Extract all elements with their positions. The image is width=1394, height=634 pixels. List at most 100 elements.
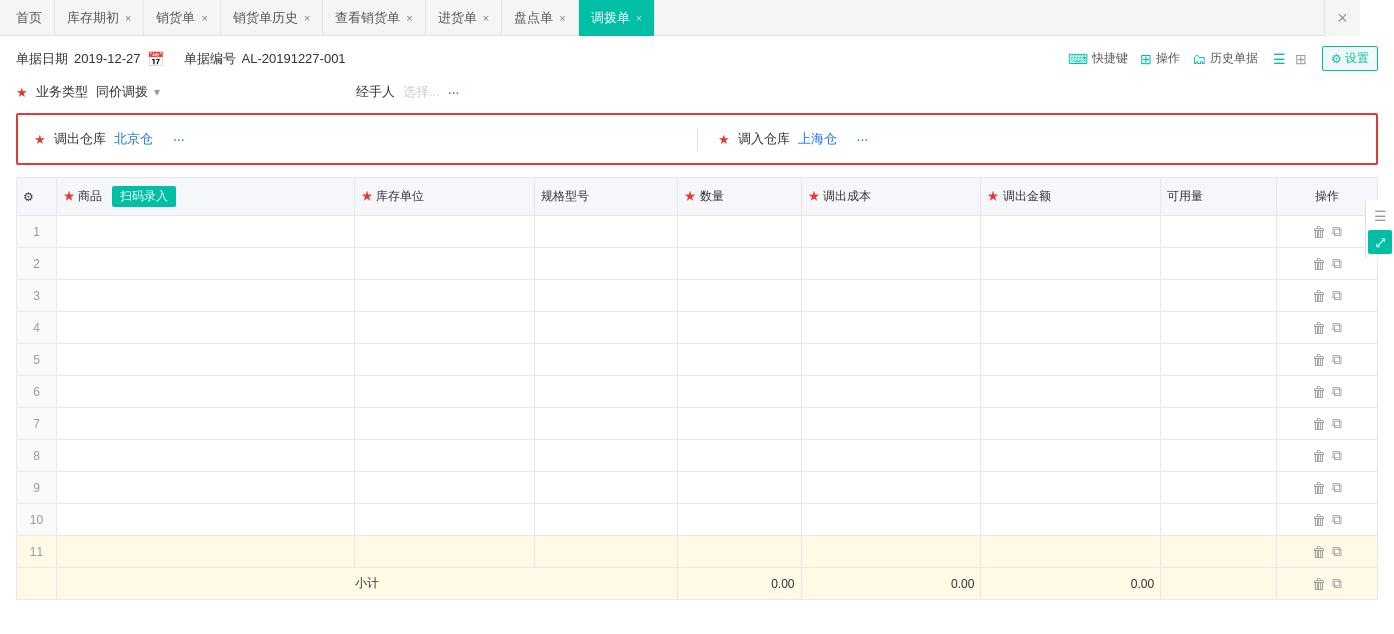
cell-amount-10[interactable] [981,504,1161,536]
cell-unit-9[interactable] [354,472,534,504]
close-tab-sales-history[interactable]: × [304,12,310,24]
cell-cost-7[interactable] [801,408,981,440]
tab-view-sales[interactable]: 查看销货单 × [323,0,425,36]
cell-product-6[interactable] [57,376,355,408]
cell-qty-6[interactable] [678,376,801,408]
person-placeholder[interactable]: 选择... [403,83,440,101]
cell-available-10[interactable] [1161,504,1276,536]
cell-unit-4[interactable] [354,312,534,344]
copy-icon-3[interactable]: ⧉ [1332,287,1342,304]
copy-icon-4[interactable]: ⧉ [1332,319,1342,336]
warehouse-in-value[interactable]: 上海仓 [798,130,837,148]
cell-spec-5[interactable] [534,344,678,376]
cell-product-8[interactable] [57,440,355,472]
delete-icon-5[interactable]: 🗑 [1312,352,1326,368]
cell-spec-1[interactable] [534,216,678,248]
cell-amount-7[interactable] [981,408,1161,440]
cell-available-5[interactable] [1161,344,1276,376]
cell-available-1[interactable] [1161,216,1276,248]
layout-list-icon[interactable]: ☰ [1270,50,1288,68]
cell-cost-1[interactable] [801,216,981,248]
cell-cost-8[interactable] [801,440,981,472]
copy-icon-6[interactable]: ⧉ [1332,383,1342,400]
cell-product-9[interactable] [57,472,355,504]
cell-spec-2[interactable] [534,248,678,280]
cell-available-3[interactable] [1161,280,1276,312]
cell-product-3[interactable] [57,280,355,312]
cell-cost-6[interactable] [801,376,981,408]
delete-icon-3[interactable]: 🗑 [1312,288,1326,304]
delete-icon-6[interactable]: 🗑 [1312,384,1326,400]
delete-icon-11[interactable]: 🗑 [1312,544,1326,560]
subtotal-copy-icon[interactable]: ⧉ [1332,575,1342,592]
cell-unit-8[interactable] [354,440,534,472]
date-value[interactable]: 2019-12-27 [74,51,141,66]
calendar-icon[interactable]: 📅 [147,51,164,67]
cell-product-10[interactable] [57,504,355,536]
close-tab-inventory-init[interactable]: × [125,12,131,24]
cell-spec-10[interactable] [534,504,678,536]
cell-qty-11[interactable] [678,536,801,568]
cell-product-5[interactable] [57,344,355,376]
cell-cost-9[interactable] [801,472,981,504]
cell-spec-3[interactable] [534,280,678,312]
cell-qty-7[interactable] [678,408,801,440]
tab-inventory-init[interactable]: 库存期初 × [55,0,144,36]
layout-grid-icon[interactable]: ⊞ [1292,50,1310,68]
cell-product-1[interactable] [57,216,355,248]
cell-product-2[interactable] [57,248,355,280]
warehouse-out-more-icon[interactable]: ··· [173,131,185,147]
cell-unit-3[interactable] [354,280,534,312]
cell-qty-10[interactable] [678,504,801,536]
table-settings-header[interactable]: ⚙ [17,178,57,216]
close-tab-view-sales[interactable]: × [406,12,412,24]
copy-icon-8[interactable]: ⧉ [1332,447,1342,464]
cell-unit-11[interactable] [354,536,534,568]
copy-icon-7[interactable]: ⧉ [1332,415,1342,432]
cell-available-2[interactable] [1161,248,1276,280]
warehouse-in-more-icon[interactable]: ··· [857,131,869,147]
copy-icon-5[interactable]: ⧉ [1332,351,1342,368]
copy-icon-11[interactable]: ⧉ [1332,543,1342,560]
cell-amount-9[interactable] [981,472,1161,504]
cell-spec-9[interactable] [534,472,678,504]
cell-product-4[interactable] [57,312,355,344]
person-more-icon[interactable]: ··· [448,84,460,100]
cell-unit-10[interactable] [354,504,534,536]
cell-unit-7[interactable] [354,408,534,440]
tab-purchase-order[interactable]: 进货单 × [426,0,502,36]
cell-amount-3[interactable] [981,280,1161,312]
settings-button[interactable]: ⚙ 设置 [1322,46,1378,71]
operation-action[interactable]: ⊞ 操作 [1140,50,1180,67]
cell-qty-2[interactable] [678,248,801,280]
delete-icon-8[interactable]: 🗑 [1312,448,1326,464]
copy-icon-1[interactable]: ⧉ [1332,223,1342,240]
shortcut-action[interactable]: ⌨ 快捷键 [1068,50,1128,67]
delete-icon-7[interactable]: 🗑 [1312,416,1326,432]
cell-product-11[interactable] [57,536,355,568]
tab-sales-order[interactable]: 销货单 × [144,0,220,36]
business-type-select[interactable]: 同价调拨 ▾ [96,83,160,101]
tab-home[interactable]: 首页 [4,0,55,36]
copy-icon-9[interactable]: ⧉ [1332,479,1342,496]
cell-qty-5[interactable] [678,344,801,376]
cell-amount-5[interactable] [981,344,1161,376]
cell-amount-6[interactable] [981,376,1161,408]
cell-qty-1[interactable] [678,216,801,248]
cell-spec-8[interactable] [534,440,678,472]
cell-available-6[interactable] [1161,376,1276,408]
delete-icon-9[interactable]: 🗑 [1312,480,1326,496]
cell-cost-10[interactable] [801,504,981,536]
right-panel-expand-icon[interactable]: ⤢ [1368,230,1392,254]
cell-unit-5[interactable] [354,344,534,376]
cell-spec-4[interactable] [534,312,678,344]
delete-icon-4[interactable]: 🗑 [1312,320,1326,336]
cell-available-8[interactable] [1161,440,1276,472]
cell-available-7[interactable] [1161,408,1276,440]
right-panel-list-icon[interactable]: ☰ [1368,204,1392,228]
tab-inventory-check[interactable]: 盘点单 × [502,0,578,36]
cell-spec-7[interactable] [534,408,678,440]
cell-cost-4[interactable] [801,312,981,344]
cell-available-4[interactable] [1161,312,1276,344]
cell-cost-11[interactable] [801,536,981,568]
